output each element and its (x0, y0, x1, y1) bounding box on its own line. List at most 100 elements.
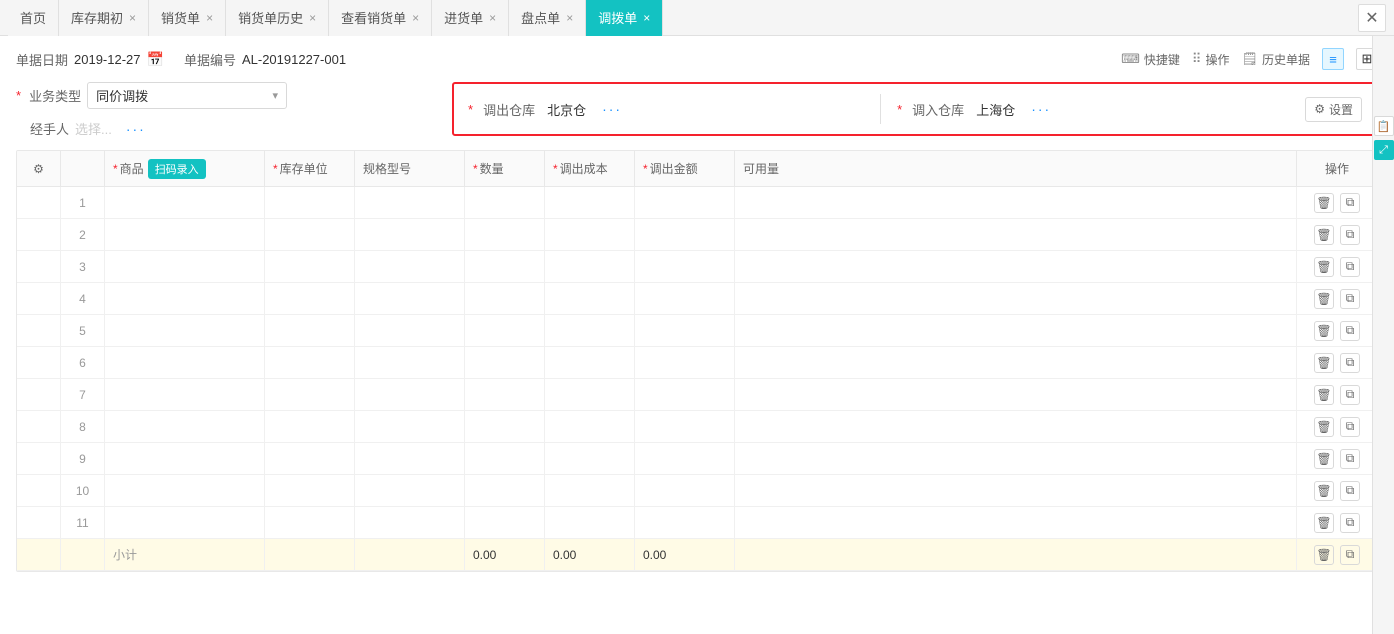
operations-button[interactable]: ⠿ 操作 (1192, 51, 1230, 68)
subtotal-delete-icon[interactable]: 🗑 (1314, 545, 1334, 565)
delete-icon-4[interactable]: 🗑 (1314, 321, 1334, 341)
tab-transfer-order-close[interactable]: × (643, 11, 650, 25)
copy-icon-5[interactable]: ⧉ (1340, 353, 1360, 373)
copy-icon-7[interactable]: ⧉ (1340, 417, 1360, 437)
copy-icon-6[interactable]: ⧉ (1340, 385, 1360, 405)
td-amount-6 (635, 379, 735, 410)
td-product-9[interactable] (105, 475, 265, 506)
tab-inventory-init-close[interactable]: × (129, 11, 136, 25)
td-ops-9: 🗑 ⧉ (1297, 475, 1377, 506)
tab-inventory-check-close[interactable]: × (566, 11, 573, 25)
tab-sales-order[interactable]: 销货单 × (149, 0, 226, 36)
table-row[interactable]: 9 🗑 ⧉ (17, 443, 1377, 475)
tab-inventory-check[interactable]: 盘点单 × (509, 0, 586, 36)
td-qty-6 (465, 379, 545, 410)
right-sidebar: 📋 ⤢ (1372, 36, 1394, 634)
td-product-7[interactable] (105, 411, 265, 442)
tab-purchase-order-close[interactable]: × (489, 11, 496, 25)
delete-icon-3[interactable]: 🗑 (1314, 289, 1334, 309)
th-amount-label: 调出金额 (650, 160, 698, 177)
th-unit: * 库存单位 (265, 151, 355, 186)
tab-inventory-init[interactable]: 库存期初 × (59, 0, 149, 36)
list-view-button[interactable]: ≡ (1322, 48, 1344, 70)
tab-sales-history-close[interactable]: × (309, 11, 316, 25)
tab-view-sales-close[interactable]: × (412, 11, 419, 25)
td-product-4[interactable] (105, 315, 265, 346)
th-settings[interactable]: ⚙ (17, 151, 61, 186)
subtotal-copy-icon[interactable]: ⧉ (1340, 545, 1360, 565)
business-type-value: 同价调拨 (96, 86, 148, 105)
td-product-5[interactable] (105, 347, 265, 378)
handler-more-button[interactable]: ··· (126, 121, 146, 137)
delete-icon-5[interactable]: 🗑 (1314, 353, 1334, 373)
td-settings-7 (17, 411, 61, 442)
table-row[interactable]: 7 🗑 ⧉ (17, 379, 1377, 411)
copy-icon-4[interactable]: ⧉ (1340, 321, 1360, 341)
calendar-icon[interactable]: 📅 (147, 51, 164, 68)
main-content: 单据日期 2019-12-27 📅 单据编号 AL-20191227-001 ⌨… (0, 36, 1394, 634)
delete-icon-6[interactable]: 🗑 (1314, 385, 1334, 405)
scan-button[interactable]: 扫码录入 (148, 159, 206, 179)
th-cost-required: * (553, 162, 558, 176)
td-avail-8 (735, 443, 1297, 474)
table-row[interactable]: 1 🗑 ⧉ (17, 187, 1377, 219)
delete-icon-9[interactable]: 🗑 (1314, 481, 1334, 501)
table-row[interactable]: 8 🗑 ⧉ (17, 411, 1377, 443)
copy-icon-10[interactable]: ⧉ (1340, 513, 1360, 533)
history-button[interactable]: 🗒 历史单据 (1241, 51, 1310, 68)
td-product-0[interactable] (105, 187, 265, 218)
table-row[interactable]: 4 🗑 ⧉ (17, 283, 1377, 315)
table-row[interactable]: 3 🗑 ⧉ (17, 251, 1377, 283)
warehouse-out-more-button[interactable]: ··· (602, 101, 622, 117)
td-avail-1 (735, 219, 1297, 250)
tab-view-sales-label: 查看销货单 (341, 8, 406, 27)
tab-bar-close-button[interactable]: ✕ (1358, 4, 1386, 32)
tab-sales-history[interactable]: 销货单历史 × (226, 0, 329, 36)
td-cost-10 (545, 507, 635, 538)
subtotal-amount: 0.00 (635, 539, 735, 570)
table-row[interactable]: 11 🗑 ⧉ (17, 507, 1377, 539)
tab-sales-history-label: 销货单历史 (238, 8, 303, 27)
th-cost: * 调出成本 (545, 151, 635, 186)
shortcuts-button[interactable]: ⌨ 快捷键 (1121, 51, 1180, 68)
tab-purchase-order[interactable]: 进货单 × (432, 0, 509, 36)
td-product-10[interactable] (105, 507, 265, 538)
td-product-1[interactable] (105, 219, 265, 250)
td-product-3[interactable] (105, 283, 265, 314)
tab-view-sales[interactable]: 查看销货单 × (329, 0, 432, 36)
business-type-select[interactable]: 同价调拨 ▾ (87, 82, 287, 109)
delete-icon-1[interactable]: 🗑 (1314, 225, 1334, 245)
th-amount-required: * (643, 162, 648, 176)
td-product-2[interactable] (105, 251, 265, 282)
tab-transfer-order[interactable]: 调拨单 × (586, 0, 663, 36)
td-avail-9 (735, 475, 1297, 506)
sidebar-expand-button[interactable]: ⤢ (1374, 140, 1394, 160)
table-row[interactable]: 10 🗑 ⧉ (17, 475, 1377, 507)
copy-icon-9[interactable]: ⧉ (1340, 481, 1360, 501)
delete-icon-0[interactable]: 🗑 (1314, 193, 1334, 213)
tab-sales-order-close[interactable]: × (206, 11, 213, 25)
copy-icon-8[interactable]: ⧉ (1340, 449, 1360, 469)
settings-button[interactable]: ⚙ 设置 (1305, 97, 1362, 122)
copy-icon-0[interactable]: ⧉ (1340, 193, 1360, 213)
table-row[interactable]: 2 🗑 ⧉ (17, 219, 1377, 251)
td-product-8[interactable] (105, 443, 265, 474)
delete-icon-7[interactable]: 🗑 (1314, 417, 1334, 437)
copy-icon-3[interactable]: ⧉ (1340, 289, 1360, 309)
delete-icon-10[interactable]: 🗑 (1314, 513, 1334, 533)
td-num-8: 9 (61, 443, 105, 474)
tab-home[interactable]: 首页 (8, 0, 59, 36)
table-row[interactable]: 5 🗑 ⧉ (17, 315, 1377, 347)
td-product-6[interactable] (105, 379, 265, 410)
copy-icon-1[interactable]: ⧉ (1340, 225, 1360, 245)
copy-icon-2[interactable]: ⧉ (1340, 257, 1360, 277)
tab-transfer-order-label: 调拨单 (598, 8, 637, 27)
warehouse-in-more-button[interactable]: ··· (1031, 101, 1051, 117)
th-avail: 可用量 (735, 151, 1297, 186)
delete-icon-2[interactable]: 🗑 (1314, 257, 1334, 277)
delete-icon-8[interactable]: 🗑 (1314, 449, 1334, 469)
warehouse-out-field: * 调出仓库 北京仓 ··· (468, 100, 864, 119)
table-row[interactable]: 6 🗑 ⧉ (17, 347, 1377, 379)
sidebar-doc-button[interactable]: 📋 (1374, 116, 1394, 136)
handler-input[interactable]: 选择... (75, 119, 112, 138)
